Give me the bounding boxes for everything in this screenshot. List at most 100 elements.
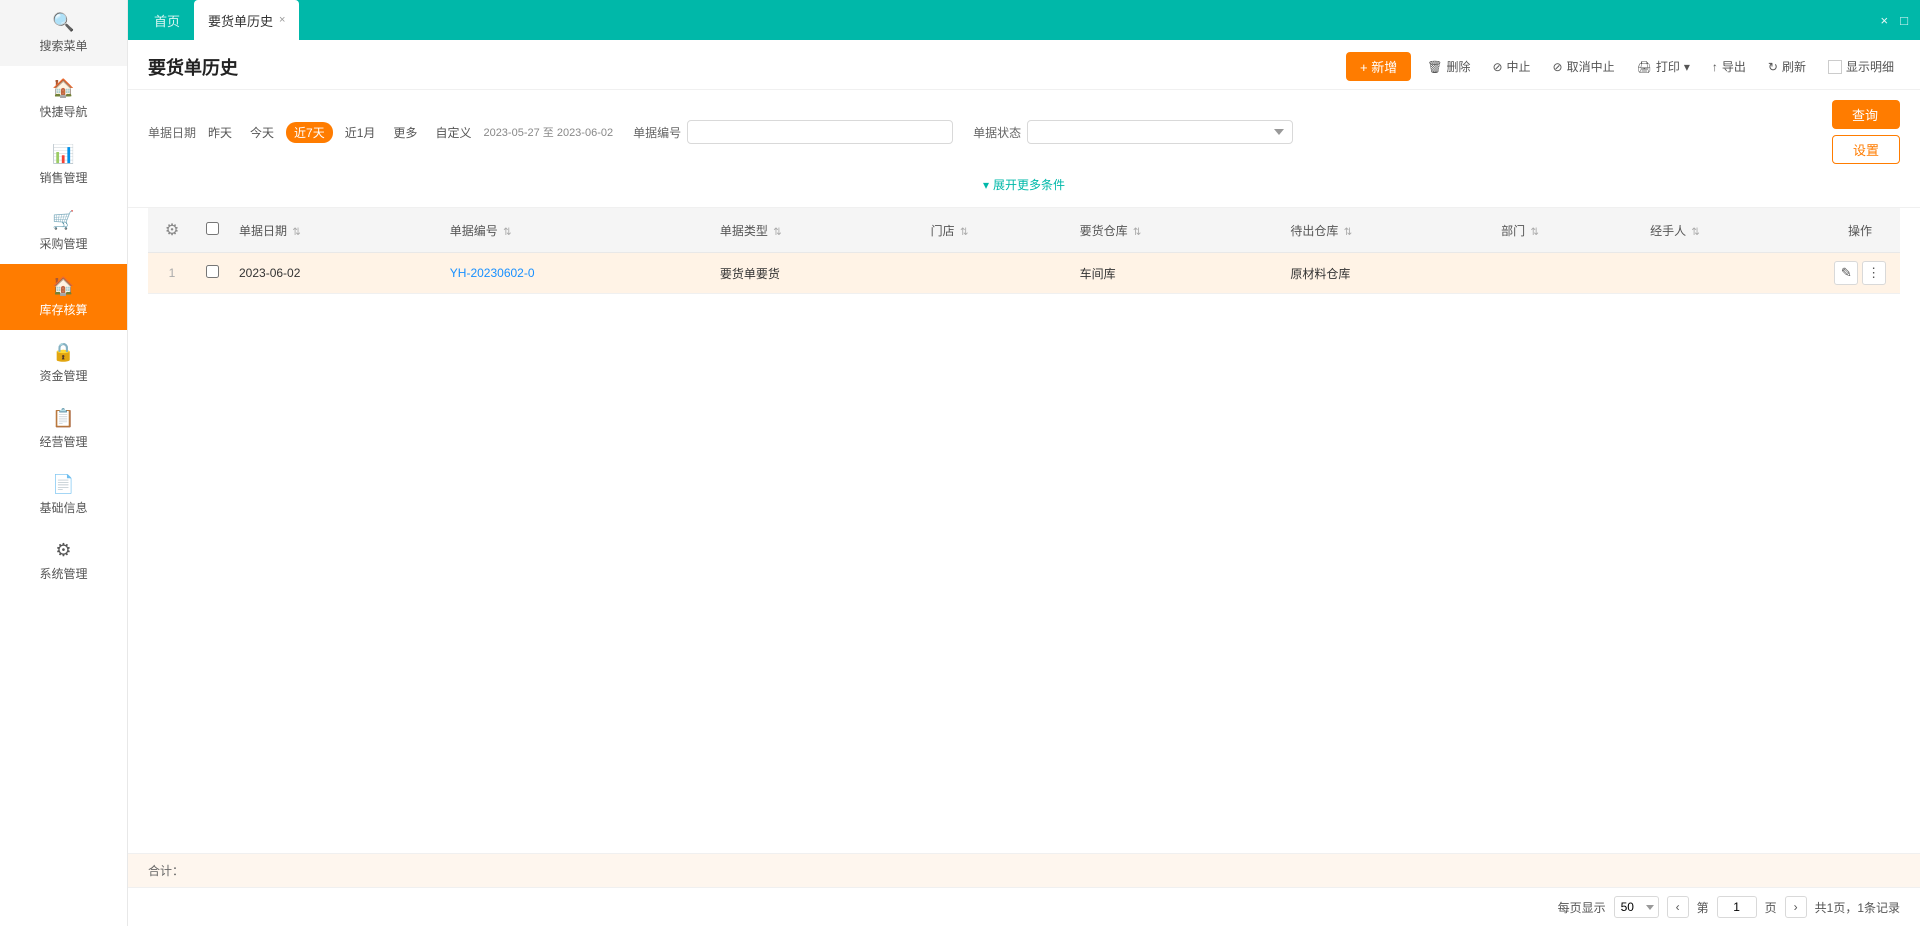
display-cell-checkbox[interactable] bbox=[1828, 60, 1842, 74]
data-table: ⚙ 单据日期 ⇅ 单据编号 ⇅ bbox=[148, 208, 1900, 294]
th-settings: ⚙ bbox=[148, 208, 196, 253]
td-type: 要货单要货 bbox=[710, 253, 921, 294]
tab-home[interactable]: 首页 bbox=[140, 0, 194, 40]
table-footer: 合计： bbox=[128, 853, 1920, 887]
doc-number-label: 单据编号 bbox=[633, 124, 681, 141]
stop-icon: ⊘ bbox=[1492, 60, 1502, 74]
finance-icon: 🔒 bbox=[52, 342, 74, 363]
sort-handler-icon[interactable]: ⇅ bbox=[1691, 227, 1699, 238]
print-icon: 🖨 bbox=[1637, 60, 1652, 74]
prev-page-btn[interactable]: ‹ bbox=[1667, 896, 1689, 918]
sidebar-item-sales[interactable]: 📊 销售管理 bbox=[0, 132, 127, 198]
sidebar-item-purchase[interactable]: 🛒 采购管理 bbox=[0, 198, 127, 264]
export-button[interactable]: ↑ 导出 bbox=[1706, 54, 1752, 79]
pagination: 每页显示 50 10 20 100 ‹ 第 页 › 共1页，1条记录 bbox=[128, 887, 1920, 926]
sort-dept-icon[interactable]: ⇅ bbox=[1531, 227, 1539, 238]
sidebar-item-system[interactable]: ⚙ 系统管理 bbox=[0, 528, 127, 594]
next-page-btn[interactable]: › bbox=[1785, 896, 1807, 918]
page-label-first: 第 bbox=[1697, 899, 1709, 916]
delete-button[interactable]: 🗑 删除 bbox=[1421, 54, 1476, 79]
td-store bbox=[921, 253, 1070, 294]
sidebar-item-quick-nav[interactable]: 🏠 快捷导航 bbox=[0, 66, 127, 132]
cancel-stop-icon: ⊘ bbox=[1553, 60, 1563, 74]
per-page-label: 每页显示 bbox=[1558, 899, 1606, 916]
doc-number-link[interactable]: YH-20230602-0 bbox=[450, 266, 535, 280]
topbar: 首页 要货单历史 × × □ bbox=[128, 0, 1920, 40]
per-page-select[interactable]: 50 10 20 100 bbox=[1614, 896, 1659, 918]
refresh-icon: ↻ bbox=[1768, 60, 1778, 74]
th-request-warehouse: 要货仓库 ⇅ bbox=[1070, 208, 1281, 253]
td-num: 1 bbox=[148, 253, 196, 294]
topbar-close-btn[interactable]: × bbox=[1881, 13, 1889, 28]
inventory-icon: 🏠 bbox=[52, 276, 74, 297]
status-label: 单据状态 bbox=[973, 124, 1021, 141]
status-select[interactable] bbox=[1027, 120, 1293, 144]
sort-number-icon[interactable]: ⇅ bbox=[503, 227, 511, 238]
td-pending-warehouse: 原材料仓库 bbox=[1280, 253, 1491, 294]
query-button[interactable]: 查询 bbox=[1832, 100, 1900, 129]
sales-icon: 📊 bbox=[52, 144, 74, 165]
row-checkbox[interactable] bbox=[206, 265, 219, 278]
cancel-stop-button[interactable]: ⊘ 取消中止 bbox=[1547, 54, 1621, 79]
system-icon: ⚙ bbox=[55, 540, 71, 561]
shortcut-yesterday[interactable]: 昨天 bbox=[202, 122, 238, 143]
th-date: 单据日期 ⇅ bbox=[229, 208, 440, 253]
new-button[interactable]: + 新增 bbox=[1346, 52, 1411, 81]
expand-down-icon: ▾ bbox=[983, 178, 989, 192]
sort-date-icon[interactable]: ⇅ bbox=[292, 227, 300, 238]
tab-active[interactable]: 要货单历史 × bbox=[194, 0, 299, 40]
page-header: 要货单历史 + 新增 🗑 删除 ⊘ 中止 ⊘ 取消中止 🖨 打印 bbox=[128, 40, 1920, 90]
th-handler: 经手人 ⇅ bbox=[1640, 208, 1820, 253]
th-department: 部门 ⇅ bbox=[1491, 208, 1640, 253]
filter-actions: 查询 设置 bbox=[1832, 100, 1900, 164]
page-number-input[interactable] bbox=[1717, 896, 1757, 918]
sidebar-item-inventory[interactable]: 🏠 库存核算 bbox=[0, 264, 127, 330]
sidebar-item-basic-info[interactable]: 📄 基础信息 bbox=[0, 462, 127, 528]
shortcut-1month[interactable]: 近1月 bbox=[339, 122, 382, 143]
sort-pw-icon[interactable]: ⇅ bbox=[1344, 227, 1352, 238]
shortcut-more[interactable]: 更多 bbox=[387, 122, 423, 143]
sidebar-item-finance[interactable]: 🔒 资金管理 bbox=[0, 330, 127, 396]
filter-row-expand: ▾ 展开更多条件 bbox=[148, 172, 1900, 197]
quick-nav-icon: 🏠 bbox=[52, 78, 74, 99]
shortcut-7days[interactable]: 近7天 bbox=[286, 122, 333, 143]
td-number: YH-20230602-0 bbox=[440, 253, 710, 294]
row-more-btn[interactable]: ⋮ bbox=[1862, 261, 1886, 285]
td-department bbox=[1491, 253, 1640, 294]
basic-info-icon: 📄 bbox=[52, 474, 74, 495]
refresh-button[interactable]: ↻ 刷新 bbox=[1762, 54, 1812, 79]
row-edit-btn[interactable]: ✎ bbox=[1834, 261, 1858, 285]
expand-more-btn[interactable]: ▾ 展开更多条件 bbox=[971, 172, 1077, 197]
shortcut-custom[interactable]: 自定义 bbox=[429, 122, 477, 143]
sidebar-item-search-menu[interactable]: 🔍 搜索菜单 bbox=[0, 0, 127, 66]
settings-button[interactable]: 设置 bbox=[1832, 135, 1900, 164]
filter-row-1: 单据日期 昨天 今天 近7天 近1月 更多 自定义 2023-05-27 至 2… bbox=[148, 100, 1900, 164]
sort-store-icon[interactable]: ⇅ bbox=[960, 227, 968, 238]
table-settings-icon[interactable]: ⚙ bbox=[158, 216, 186, 244]
delete-icon: 🗑 bbox=[1427, 60, 1442, 74]
tab-close-icon[interactable]: × bbox=[279, 14, 285, 26]
sort-rw-icon[interactable]: ⇅ bbox=[1133, 227, 1141, 238]
stop-button[interactable]: ⊘ 中止 bbox=[1486, 54, 1536, 79]
th-type: 单据类型 ⇅ bbox=[710, 208, 921, 253]
select-all-checkbox[interactable] bbox=[206, 222, 219, 235]
page-title: 要货单历史 bbox=[148, 54, 1346, 80]
search-menu-icon: 🔍 bbox=[52, 12, 74, 33]
display-cell-button[interactable]: 显示明细 bbox=[1822, 54, 1900, 79]
sidebar-item-operations[interactable]: 📋 经营管理 bbox=[0, 396, 127, 462]
filter-area: 单据日期 昨天 今天 近7天 近1月 更多 自定义 2023-05-27 至 2… bbox=[128, 90, 1920, 208]
table-row: 1 2023-06-02 YH-20230602-0 要货单要货 车间库 原材料… bbox=[148, 253, 1900, 294]
shortcut-today[interactable]: 今天 bbox=[244, 122, 280, 143]
print-button[interactable]: 🖨 打印 ▾ bbox=[1631, 54, 1696, 79]
doc-number-input[interactable] bbox=[687, 120, 953, 144]
th-number: 单据编号 ⇅ bbox=[440, 208, 710, 253]
sort-type-icon[interactable]: ⇅ bbox=[773, 227, 781, 238]
date-shortcuts: 昨天 今天 近7天 近1月 更多 自定义 bbox=[202, 122, 477, 143]
topbar-minimize-btn[interactable]: □ bbox=[1900, 13, 1908, 28]
toolbar: + 新增 🗑 删除 ⊘ 中止 ⊘ 取消中止 🖨 打印 ▾ bbox=[1346, 52, 1900, 81]
doc-number-filter: 单据编号 bbox=[633, 120, 953, 144]
status-filter: 单据状态 bbox=[973, 120, 1293, 144]
td-request-warehouse: 车间库 bbox=[1070, 253, 1281, 294]
total-info: 共1页，1条记录 bbox=[1815, 899, 1900, 916]
sidebar: 🔍 搜索菜单 🏠 快捷导航 📊 销售管理 🛒 采购管理 🏠 库存核算 🔒 资金管… bbox=[0, 0, 128, 926]
